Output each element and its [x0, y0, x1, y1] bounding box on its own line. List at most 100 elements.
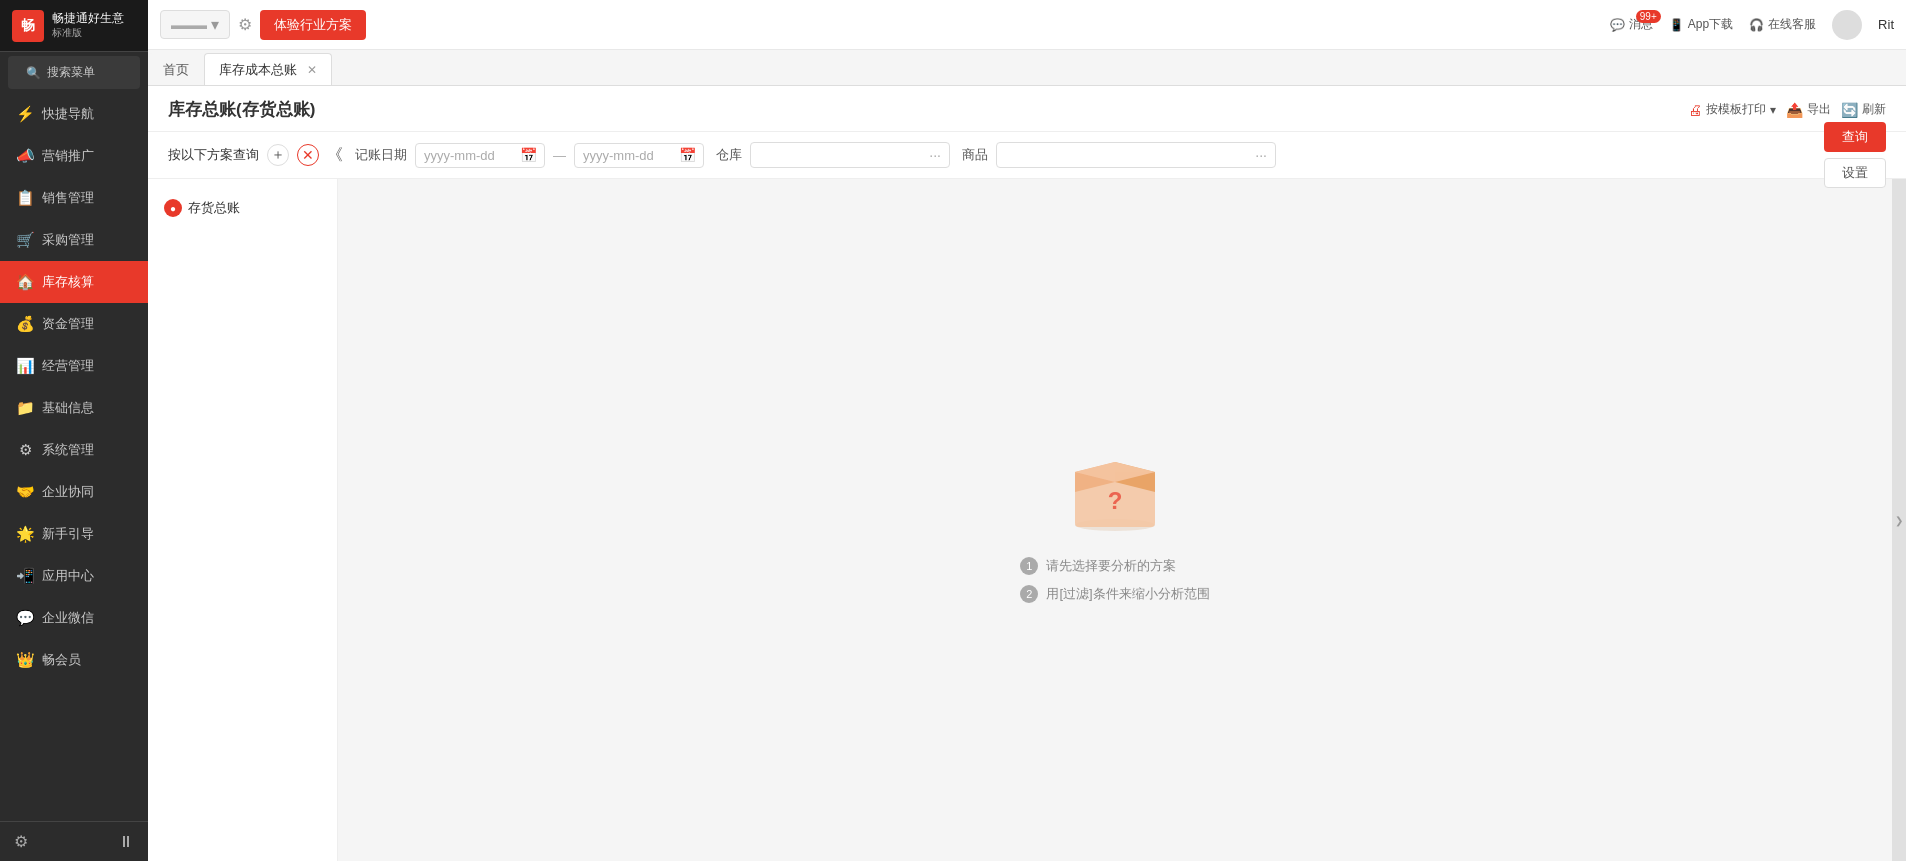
filter-warehouse-label: 仓库 [716, 146, 742, 164]
message-icon: 💬 [1610, 18, 1625, 32]
tip-text-2: 用[过滤]条件来缩小分析范围 [1046, 585, 1209, 603]
tabbar: 首页 库存成本总账 ✕ [148, 50, 1906, 86]
empty-tip-1: 1 请先选择要分析的方案 [1020, 557, 1209, 575]
enterprise-icon: 🤝 [16, 483, 34, 501]
app-download-btn[interactable]: 📱 App下载 [1669, 16, 1733, 33]
filter-warehouse-row: 仓库 ··· [716, 142, 950, 168]
app-download-label: App下载 [1688, 16, 1733, 33]
toggle-sidebar-icon[interactable]: ⏸ [118, 833, 134, 851]
warehouse-more-icon[interactable]: ··· [929, 147, 941, 163]
export-btn[interactable]: 📤 导出 [1786, 101, 1831, 118]
sidebar-item-label: 营销推广 [42, 147, 94, 165]
sidebar-item-marketing[interactable]: 📣 营销推广 [0, 135, 148, 177]
refresh-btn[interactable]: 🔄 刷新 [1841, 101, 1886, 118]
wechat-icon: 💬 [16, 609, 34, 627]
sidebar-item-membership[interactable]: 👑 畅会员 [0, 639, 148, 681]
main-area: ▬▬▬ ▾ ⚙ 体验行业方案 💬 消息 99+ 📱 App下载 🎧 在线客服 R… [148, 0, 1906, 861]
empty-illustration: ? [1055, 437, 1175, 537]
scheme-item-inventory-ledger[interactable]: ● 存货总账 [148, 189, 337, 227]
system-icon: ⚙ [16, 441, 34, 459]
right-edge-panel[interactable]: ❯ [1892, 179, 1906, 861]
tip-num-1: 1 [1020, 557, 1038, 575]
settings-btn[interactable]: 设置 [1824, 158, 1886, 188]
guide-icon: 🌟 [16, 525, 34, 543]
filter-collapse-icon[interactable]: 《 [327, 145, 343, 166]
filter-right-buttons: 查询 设置 [1824, 122, 1886, 188]
topbar-gear-icon[interactable]: ⚙ [238, 15, 252, 34]
tab-close-icon[interactable]: ✕ [307, 63, 317, 77]
left-panel: ● 存货总账 [148, 179, 338, 861]
management-icon: 📊 [16, 357, 34, 375]
goods-more-icon[interactable]: ··· [1255, 147, 1267, 163]
print-btn[interactable]: 🖨 按模板打印 ▾ [1688, 101, 1776, 118]
online-service-btn[interactable]: 🎧 在线客服 [1749, 16, 1816, 33]
svg-text:?: ? [1108, 487, 1123, 514]
sidebar-item-management[interactable]: 📊 经营管理 [0, 345, 148, 387]
industry-btn[interactable]: 体验行业方案 [260, 10, 366, 40]
sidebar-item-label: 采购管理 [42, 231, 94, 249]
sidebar-item-wechat[interactable]: 💬 企业微信 [0, 597, 148, 639]
page-header-actions: 🖨 按模板打印 ▾ 📤 导出 🔄 刷新 [1688, 101, 1886, 118]
membership-icon: 👑 [16, 651, 34, 669]
sidebar-item-label: 基础信息 [42, 399, 94, 417]
sidebar-item-inventory[interactable]: 🏠 库存核算 [0, 261, 148, 303]
sidebar-item-finance[interactable]: 💰 资金管理 [0, 303, 148, 345]
sidebar-item-app-center[interactable]: 📲 应用中心 [0, 555, 148, 597]
headset-icon: 🎧 [1749, 18, 1764, 32]
app-badge: 标准版 [52, 26, 124, 40]
app-name-text: 畅捷通好生意 [52, 11, 124, 27]
scheme-item-icon: ● [164, 199, 182, 217]
topbar: ▬▬▬ ▾ ⚙ 体验行业方案 💬 消息 99+ 📱 App下载 🎧 在线客服 R… [148, 0, 1906, 50]
filter-goods-select[interactable]: ··· [996, 142, 1276, 168]
sidebar-menu: 🔍 搜索菜单 ⚡ 快捷导航 📣 营销推广 📋 销售管理 🛒 采购管理 🏠 库存核… [0, 52, 148, 821]
tab-home[interactable]: 首页 [148, 53, 204, 85]
filter-add-btn[interactable]: ＋ [267, 144, 289, 166]
sidebar-item-enterprise[interactable]: 🤝 企业协同 [0, 471, 148, 513]
sidebar-item-guide[interactable]: 🌟 新手引导 [0, 513, 148, 555]
filter-date-start-wrapper: 📅 [415, 143, 545, 168]
sidebar-item-search[interactable]: 🔍 搜索菜单 [8, 56, 140, 89]
sidebar-item-shortcut[interactable]: ⚡ 快捷导航 [0, 93, 148, 135]
export-label: 导出 [1807, 101, 1831, 118]
print-dropdown-icon[interactable]: ▾ [1770, 103, 1776, 117]
filter-scheme-row: 按以下方案查询 ＋ ✕ 《 [168, 144, 343, 166]
purchase-icon: 🛒 [16, 231, 34, 249]
filter-warehouse-select[interactable]: ··· [750, 142, 950, 168]
filter-goods-label: 商品 [962, 146, 988, 164]
page-title: 库存总账(存货总账) [168, 98, 315, 121]
sales-icon: 📋 [16, 189, 34, 207]
sidebar-item-label: 资金管理 [42, 315, 94, 333]
breadcrumb: ▬▬▬ ▾ [160, 10, 230, 39]
filter-close-btn[interactable]: ✕ [297, 144, 319, 166]
sidebar-item-label: 库存核算 [42, 273, 94, 291]
user-avatar[interactable] [1832, 10, 1862, 40]
sidebar-item-system[interactable]: ⚙ 系统管理 [0, 429, 148, 471]
breadcrumb-dropdown-icon[interactable]: ▾ [211, 15, 219, 34]
sidebar-item-label: 系统管理 [42, 441, 94, 459]
refresh-label: 刷新 [1862, 101, 1886, 118]
sidebar-item-basic-info[interactable]: 📁 基础信息 [0, 387, 148, 429]
filter-date-end-input[interactable] [574, 143, 704, 168]
empty-state: ? 1 请先选择要分析的方案 2 用[过滤]条件来缩小分析范围 [1020, 437, 1209, 603]
message-btn[interactable]: 💬 消息 99+ [1610, 16, 1653, 33]
content-area: ● 存货总账 [148, 179, 1906, 861]
inventory-icon: 🏠 [16, 273, 34, 291]
filter-date-start-input[interactable] [415, 143, 545, 168]
tab-inventory-cost[interactable]: 库存成本总账 ✕ [204, 53, 332, 85]
sidebar-item-sales[interactable]: 📋 销售管理 [0, 177, 148, 219]
online-service-label: 在线客服 [1768, 16, 1816, 33]
filter-date-dash: — [553, 148, 566, 163]
sidebar-item-purchase[interactable]: 🛒 采购管理 [0, 219, 148, 261]
search-icon: 🔍 [26, 66, 41, 80]
app-logo-icon: 畅 [12, 10, 44, 42]
query-btn[interactable]: 查询 [1824, 122, 1886, 152]
print-icon: 🖨 [1688, 102, 1702, 118]
sidebar-item-label: 快捷导航 [42, 105, 94, 123]
filter-date-end-wrapper: 📅 [574, 143, 704, 168]
sidebar-logo: 畅 畅捷通好生意 标准版 [0, 0, 148, 52]
breadcrumb-text: ▬▬▬ [171, 18, 207, 32]
topbar-left: ▬▬▬ ▾ ⚙ 体验行业方案 [160, 10, 1610, 40]
filter-date-label: 记账日期 [355, 146, 407, 164]
sidebar: 畅 畅捷通好生意 标准版 🔍 搜索菜单 ⚡ 快捷导航 📣 营销推广 📋 销售管理… [0, 0, 148, 861]
settings-bottom-icon[interactable]: ⚙ [14, 832, 28, 851]
